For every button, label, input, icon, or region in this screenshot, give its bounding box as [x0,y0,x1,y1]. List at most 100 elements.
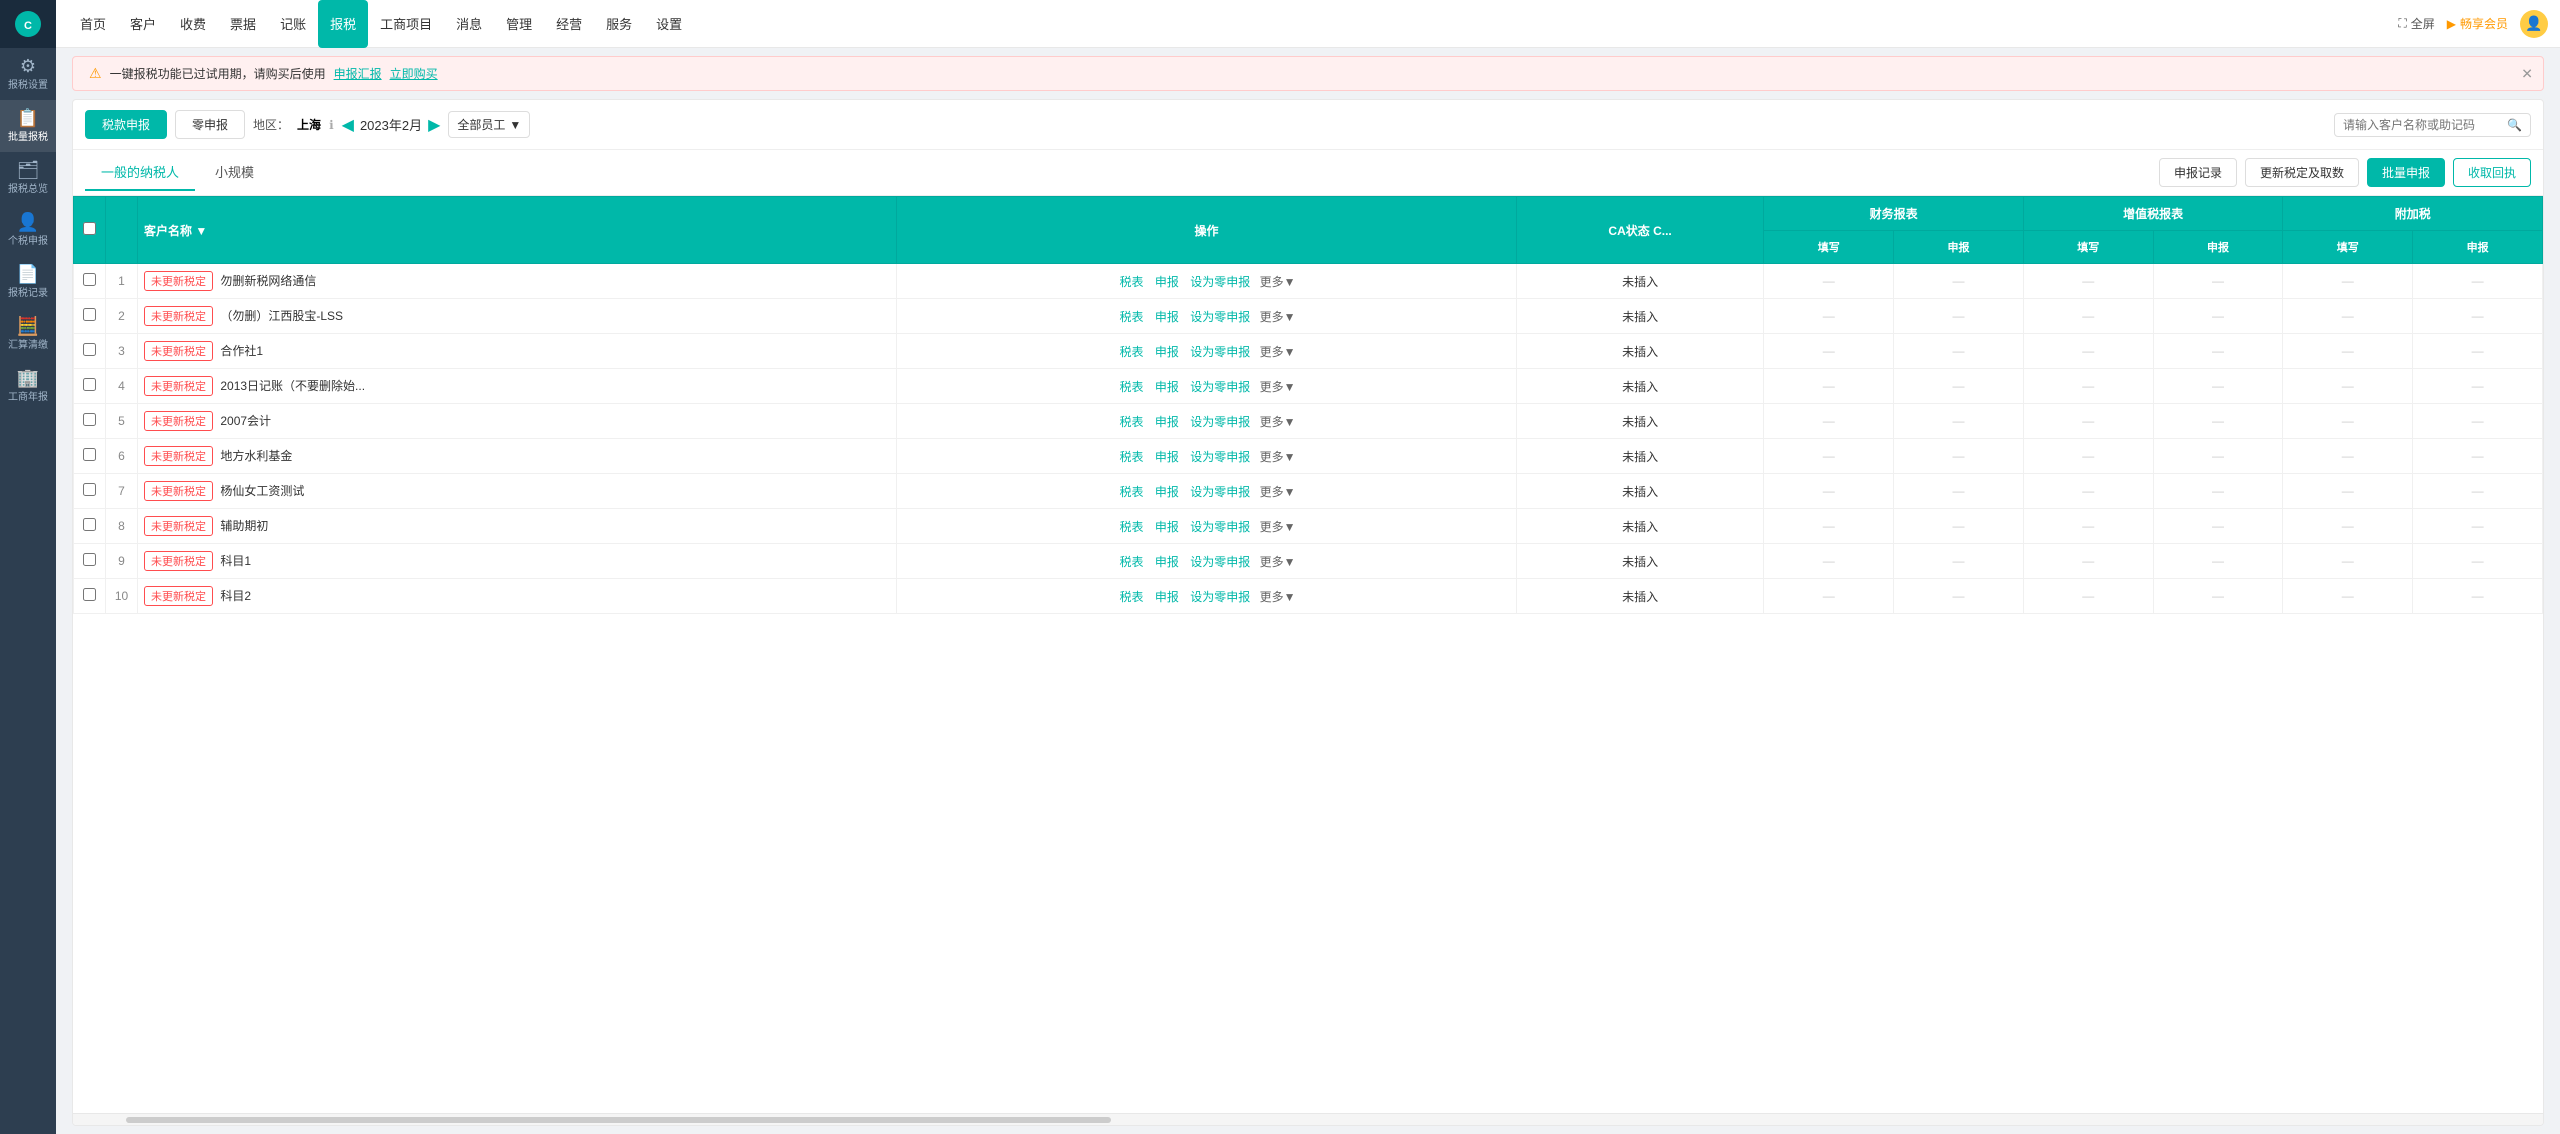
op-taxform-8[interactable]: 税表 [1118,555,1146,569]
fullscreen-btn[interactable]: ⛶ 全屏 [2398,15,2434,32]
op-more-2[interactable]: 更多▼ [1260,345,1296,359]
row-check-3[interactable] [83,378,96,391]
row-check-5[interactable] [83,448,96,461]
row-checkbox-5[interactable] [74,439,106,474]
op-declare-0[interactable]: 申报 [1153,275,1181,289]
row-checkbox-3[interactable] [74,369,106,404]
op-zero-9[interactable]: 设为零申报 [1188,590,1252,604]
row-checkbox-8[interactable] [74,544,106,579]
sidebar-item-piliangbaoshui[interactable]: 📋 批量报税 [0,100,56,152]
sidebar-item-baoshugonglan[interactable]: 🗂 报税总览 [0,152,56,204]
row-checkbox-0[interactable] [74,264,106,299]
date-prev-btn[interactable]: ◀ [342,115,354,135]
row-check-7[interactable] [83,518,96,531]
upgrade-btn[interactable]: ▶ 畅享会员 [2447,15,2508,32]
retrieve-btn[interactable]: 收取回执 [2453,158,2531,187]
row-checkbox-4[interactable] [74,404,106,439]
dept-select[interactable]: 全部员工 ▼ [448,111,530,138]
op-taxform-7[interactable]: 税表 [1118,520,1146,534]
op-declare-6[interactable]: 申报 [1153,485,1181,499]
op-taxform-1[interactable]: 税表 [1118,310,1146,324]
notice-link-report[interactable]: 申报汇报 [334,65,382,82]
op-zero-4[interactable]: 设为零申报 [1188,415,1252,429]
op-zero-7[interactable]: 设为零申报 [1188,520,1252,534]
sidebar-item-jisuanqingdian[interactable]: 🧮 汇算清缴 [0,308,56,360]
op-declare-3[interactable]: 申报 [1153,380,1181,394]
notice-close-btn[interactable]: ✕ [2521,65,2533,82]
th-client[interactable]: 客户名称 ▼ [138,197,897,264]
op-zero-5[interactable]: 设为零申报 [1188,450,1252,464]
op-taxform-4[interactable]: 税表 [1118,415,1146,429]
row-check-0[interactable] [83,273,96,286]
tab-zero-declaration[interactable]: 零申报 [175,110,245,139]
nav-manage[interactable]: 管理 [494,0,544,48]
op-taxform-3[interactable]: 税表 [1118,380,1146,394]
row-check-8[interactable] [83,553,96,566]
record-btn[interactable]: 申报记录 [2159,158,2237,187]
nav-invoice[interactable]: 票据 [218,0,268,48]
row-check-1[interactable] [83,308,96,321]
date-next-btn[interactable]: ▶ [428,115,440,135]
op-more-9[interactable]: 更多▼ [1260,590,1296,604]
avatar[interactable]: 👤 [2520,10,2548,38]
row-checkbox-1[interactable] [74,299,106,334]
sidebar-item-baoshujilu[interactable]: 📄 报税记录 [0,256,56,308]
op-more-8[interactable]: 更多▼ [1260,555,1296,569]
op-declare-9[interactable]: 申报 [1153,590,1181,604]
op-more-0[interactable]: 更多▼ [1260,275,1296,289]
sidebar-item-gongshangnianbao[interactable]: 🏢 工商年报 [0,360,56,412]
tab-tax-declaration[interactable]: 税款申报 [85,110,167,139]
nav-message[interactable]: 消息 [444,0,494,48]
nav-fee[interactable]: 收费 [168,0,218,48]
nav-service[interactable]: 服务 [594,0,644,48]
search-input[interactable] [2343,118,2503,132]
region-info-icon[interactable]: ℹ [329,118,334,132]
op-more-3[interactable]: 更多▼ [1260,380,1296,394]
nav-settings[interactable]: 设置 [644,0,694,48]
op-zero-2[interactable]: 设为零申报 [1188,345,1252,359]
op-more-5[interactable]: 更多▼ [1260,450,1296,464]
nav-client[interactable]: 客户 [118,0,168,48]
row-checkbox-6[interactable] [74,474,106,509]
sidebar-item-geshenbaoshui[interactable]: 👤 个税申报 [0,204,56,256]
op-zero-0[interactable]: 设为零申报 [1188,275,1252,289]
sidebar-item-baoshuishezhi[interactable]: ⚙ 报税设置 [0,48,56,100]
row-checkbox-2[interactable] [74,334,106,369]
op-taxform-6[interactable]: 税表 [1118,485,1146,499]
row-check-6[interactable] [83,483,96,496]
scroll-thumb[interactable] [126,1117,1111,1123]
notice-link-buy[interactable]: 立即购买 [390,65,438,82]
op-declare-4[interactable]: 申报 [1153,415,1181,429]
update-btn[interactable]: 更新税定及取数 [2245,158,2359,187]
row-check-9[interactable] [83,588,96,601]
subtab-general[interactable]: 一般的纳税人 [85,154,195,191]
op-taxform-0[interactable]: 税表 [1118,275,1146,289]
th-checkbox[interactable] [74,197,106,264]
nav-bookkeeping[interactable]: 记账 [268,0,318,48]
op-taxform-5[interactable]: 税表 [1118,450,1146,464]
nav-business[interactable]: 工商项目 [368,0,444,48]
op-more-1[interactable]: 更多▼ [1260,310,1296,324]
op-zero-8[interactable]: 设为零申报 [1188,555,1252,569]
op-zero-3[interactable]: 设为零申报 [1188,380,1252,394]
nav-tax[interactable]: 报税 [318,0,368,48]
row-checkbox-7[interactable] [74,509,106,544]
op-taxform-9[interactable]: 税表 [1118,590,1146,604]
horizontal-scrollbar[interactable] [73,1113,2543,1125]
op-declare-5[interactable]: 申报 [1153,450,1181,464]
op-more-4[interactable]: 更多▼ [1260,415,1296,429]
select-all-checkbox[interactable] [83,222,96,235]
op-declare-1[interactable]: 申报 [1153,310,1181,324]
op-declare-8[interactable]: 申报 [1153,555,1181,569]
op-declare-2[interactable]: 申报 [1153,345,1181,359]
row-check-2[interactable] [83,343,96,356]
row-check-4[interactable] [83,413,96,426]
th-ca[interactable]: CA状态 C... [1516,197,1764,264]
op-more-6[interactable]: 更多▼ [1260,485,1296,499]
nav-home[interactable]: 首页 [68,0,118,48]
batch-btn[interactable]: 批量申报 [2367,158,2445,187]
op-more-7[interactable]: 更多▼ [1260,520,1296,534]
op-taxform-2[interactable]: 税表 [1118,345,1146,359]
row-checkbox-9[interactable] [74,579,106,614]
op-zero-6[interactable]: 设为零申报 [1188,485,1252,499]
